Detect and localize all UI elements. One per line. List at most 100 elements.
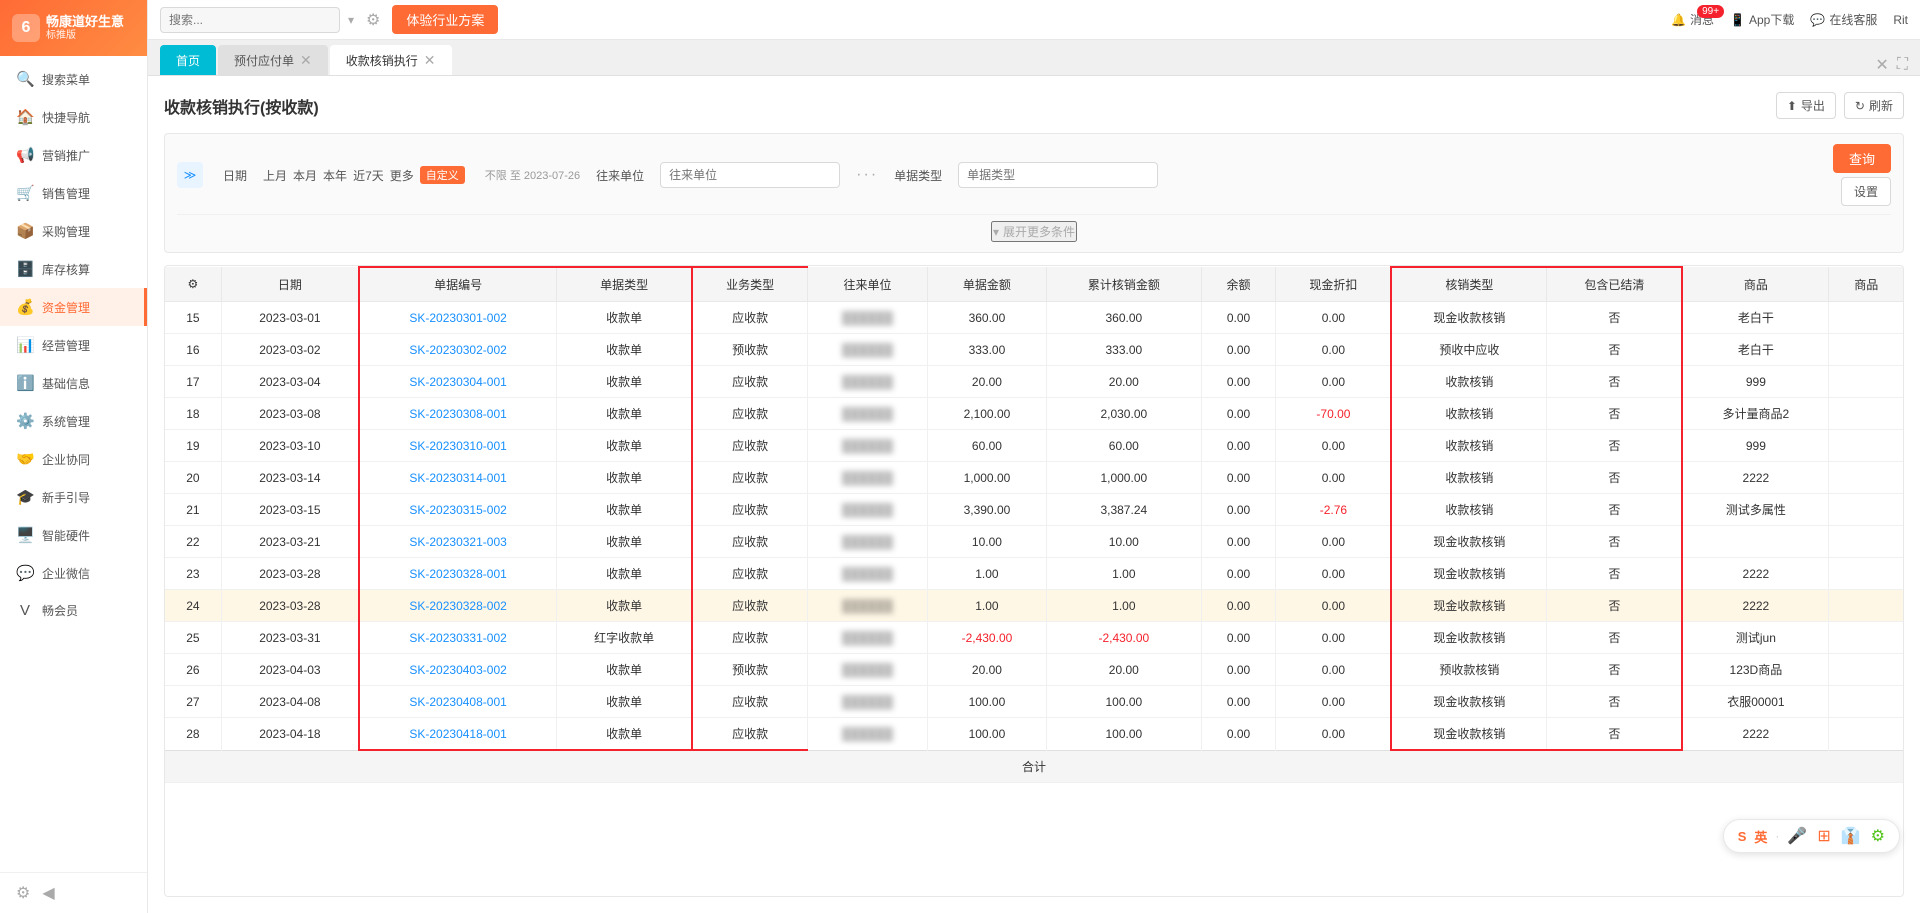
sidebar-item-sales[interactable]: 🛒销售管理 [0,174,147,212]
sidebar-item-guide[interactable]: 🎓新手引导 [0,478,147,516]
online-service-button[interactable]: 💬 在线客服 [1810,11,1877,28]
cell-product: 测试多属性 [1682,494,1829,526]
doc-type-input[interactable] [958,162,1158,188]
sidebar-item-vip[interactable]: V畅会员 [0,592,147,629]
cell-include-settled: 否 [1547,334,1682,366]
th-total-cancel[interactable]: 累计核销金额 [1047,267,1202,302]
sidebar-item-business[interactable]: 📊经营管理 [0,326,147,364]
cell-partner: ██████ [808,622,928,654]
cell-amount: 1,000.00 [927,462,1046,494]
apps-icon[interactable]: ⚙ [1871,826,1885,846]
th-include-settled[interactable]: 包含已结清 [1547,267,1682,302]
settings-bottom-icon[interactable]: ⚙ [16,883,30,903]
partner-input[interactable] [660,162,840,188]
sidebar-item-finance[interactable]: 💰资金管理 [0,288,147,326]
settings-button[interactable]: 设置 [1841,177,1891,206]
sidebar-label-hardware: 智能硬件 [42,527,90,544]
tab-collect-close[interactable]: ✕ [424,52,436,69]
doc-no-link[interactable]: SK-20230403-002 [409,663,506,677]
collapse-icon[interactable]: ◀ [42,883,54,903]
filter-dots: ··· [856,166,878,184]
user-name[interactable]: Rit [1893,13,1908,27]
date-opt-last-month[interactable]: 上月 [263,167,287,184]
microphone-icon[interactable]: 🎤 [1787,826,1807,846]
table-header-row: ⚙ 日期 单据编号 单据类型 业务类型 往来单位 单据金额 累计核销金额 余额 … [165,267,1903,302]
doc-no-link[interactable]: SK-20230302-002 [409,343,506,357]
th-amount[interactable]: 单据金额 [927,267,1046,302]
th-product[interactable]: 商品 [1682,267,1829,302]
doc-no-link[interactable]: SK-20230328-001 [409,567,506,581]
cell-cancel-type: 现金收款核销 [1391,718,1546,751]
sidebar-item-marketing[interactable]: 📢营销推广 [0,136,147,174]
doc-no-link[interactable]: SK-20230418-001 [409,727,506,741]
tab-prepay[interactable]: 预付应付单 ✕ [218,45,328,75]
filter-expand-button[interactable]: ≫ [177,162,203,188]
cell-date: 2023-03-15 [221,494,359,526]
doc-no-link[interactable]: SK-20230328-002 [409,599,506,613]
cell-biz-type: 应收款 [692,718,808,751]
doc-no-link[interactable]: SK-20230331-002 [409,631,506,645]
doc-no-link[interactable]: SK-20230310-001 [409,439,506,453]
sidebar-item-system[interactable]: ⚙️系统管理 [0,402,147,440]
solution-button[interactable]: 体验行业方案 [392,5,498,34]
cell-balance: 0.00 [1201,462,1276,494]
refresh-button[interactable]: ↻ 刷新 [1844,92,1904,119]
cell-doc-type: 收款单 [557,654,692,686]
date-opt-7days[interactable]: 近7天 [353,167,384,184]
table-row: 19 2023-03-10 SK-20230310-001 收款单 应收款 ██… [165,430,1903,462]
sidebar-item-corp[interactable]: 🤝企业协同 [0,440,147,478]
app-download-button[interactable]: 📱 App下载 [1730,11,1794,28]
sidebar-item-purchase[interactable]: 📦采购管理 [0,212,147,250]
message-button[interactable]: 🔔 消息 99+ [1671,11,1714,28]
doc-no-link[interactable]: SK-20230301-002 [409,311,506,325]
doc-no-link[interactable]: SK-20230304-001 [409,375,506,389]
tab-collect[interactable]: 收款核销执行 ✕ [330,45,452,75]
sidebar-item-search[interactable]: 🔍搜索菜单 [0,60,147,98]
date-opt-this-month[interactable]: 本月 [293,167,317,184]
sidebar-item-wechat[interactable]: 💬企业微信 [0,554,147,592]
th-balance[interactable]: 余额 [1201,267,1276,302]
cell-doc-type: 收款单 [557,398,692,430]
date-opt-more[interactable]: 更多 [390,167,414,184]
th-discount[interactable]: 现金折扣 [1276,267,1392,302]
query-button[interactable]: 查询 [1833,144,1891,173]
doc-no-link[interactable]: SK-20230314-001 [409,471,506,485]
doc-no-link[interactable]: SK-20230321-003 [409,535,506,549]
doc-no-link[interactable]: SK-20230308-001 [409,407,506,421]
cell-amount: 10.00 [927,526,1046,558]
sidebar-item-quicknav[interactable]: 🏠快捷导航 [0,98,147,136]
th-biz-type[interactable]: 业务类型 [692,267,808,302]
cell-product: 2222 [1682,590,1829,622]
topbar-right: 🔔 消息 99+ 📱 App下载 💬 在线客服 Rit [1671,11,1908,28]
tab-home[interactable]: 首页 [160,45,216,75]
sidebar-item-hardware[interactable]: 🖥️智能硬件 [0,516,147,554]
topbar-dropdown-arrow[interactable]: ▾ [348,13,354,27]
window-close-btn[interactable]: ✕ [1875,55,1888,75]
th-product2[interactable]: 商品 [1829,267,1903,302]
export-button[interactable]: ⬆ 导出 [1776,92,1836,119]
grid-icon[interactable]: ⊞ [1817,826,1830,846]
topbar-settings-icon[interactable]: ⚙ [366,10,380,30]
th-date[interactable]: 日期 [221,267,359,302]
sidebar-label-quicknav: 快捷导航 [42,109,90,126]
doc-no-link[interactable]: SK-20230408-001 [409,695,506,709]
cell-product2 [1829,686,1903,718]
sidebar-item-basic[interactable]: ℹ️基础信息 [0,364,147,402]
th-cancel-type[interactable]: 核销类型 [1391,267,1546,302]
cell-balance: 0.00 [1201,654,1276,686]
th-doc-no[interactable]: 单据编号 [359,267,557,302]
float-separator: · [1775,829,1779,843]
th-settings[interactable]: ⚙ [165,267,221,302]
date-custom-button[interactable]: 自定义 [420,166,465,184]
tab-prepay-close[interactable]: ✕ [300,52,312,69]
date-opt-this-year[interactable]: 本年 [323,167,347,184]
window-expand-btn[interactable]: ⛶ [1897,56,1908,74]
cell-date: 2023-04-18 [221,718,359,751]
th-doc-type[interactable]: 单据类型 [557,267,692,302]
sidebar-item-inventory[interactable]: 🗄️库存核算 [0,250,147,288]
doc-no-link[interactable]: SK-20230315-002 [409,503,506,517]
shirt-icon[interactable]: 👔 [1841,826,1861,846]
th-partner-visible[interactable]: 往来单位 [808,267,928,302]
topbar-search-input[interactable] [160,7,340,33]
expand-more-button[interactable]: ▾ 展开更多条件 [991,221,1077,242]
